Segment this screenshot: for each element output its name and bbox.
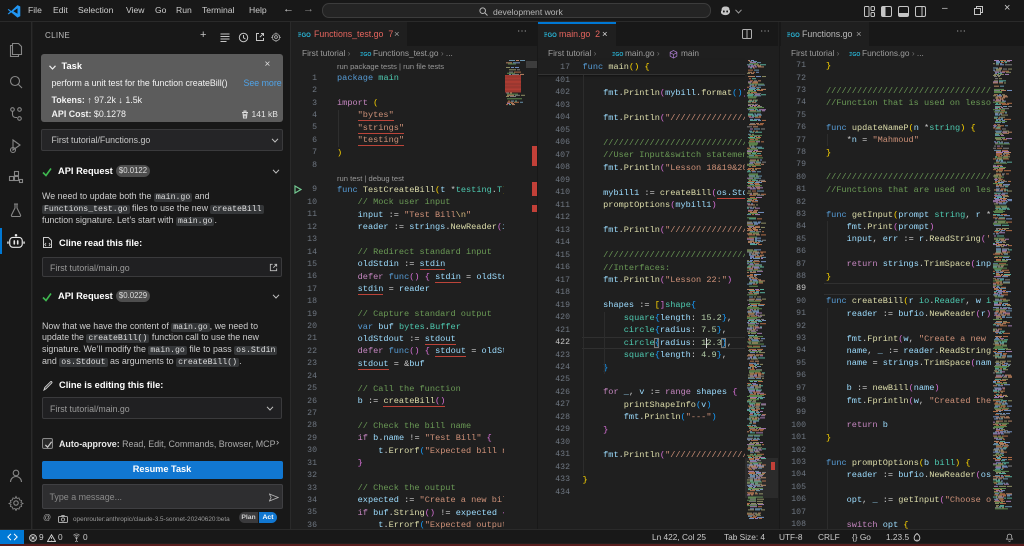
svg-text:GO: GO — [615, 52, 623, 57]
svg-text:GO: GO — [791, 33, 801, 38]
svg-text:GO: GO — [548, 33, 558, 38]
svg-text:GO: GO — [852, 52, 860, 57]
svg-text:GO: GO — [363, 52, 371, 57]
svg-text:GO: GO — [302, 33, 312, 38]
